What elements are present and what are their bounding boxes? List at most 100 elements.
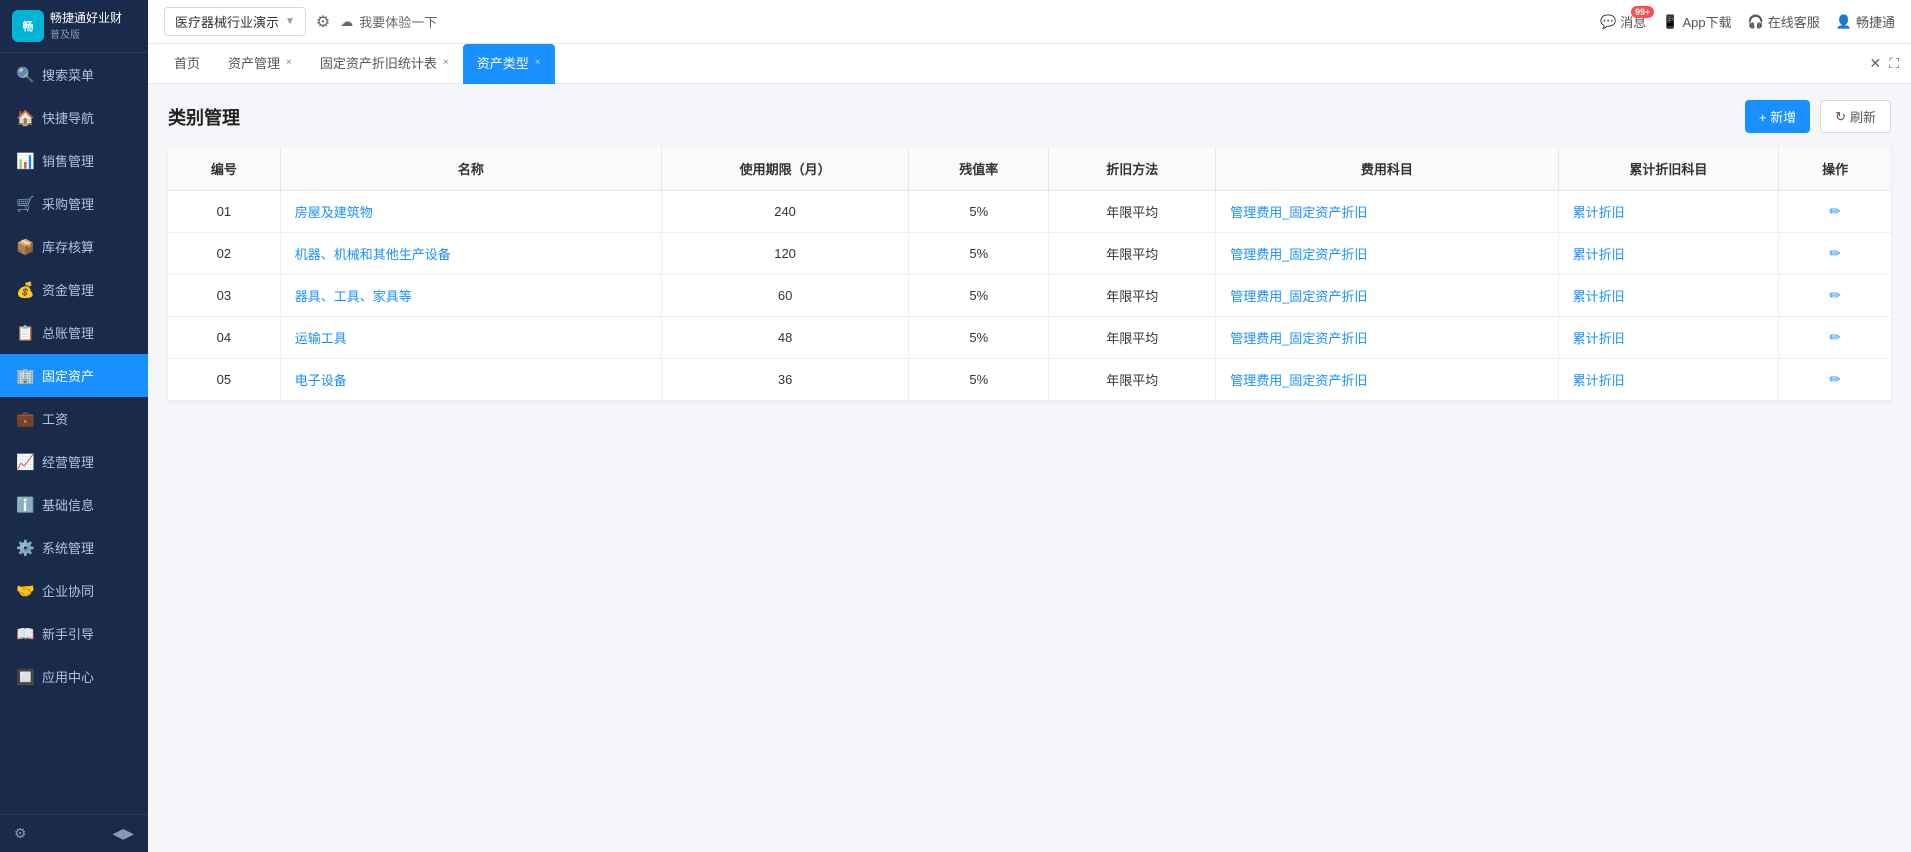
cell-code-4: 05 [168, 359, 280, 401]
customer-service-button[interactable]: 🎧 在线客服 [1748, 12, 1820, 31]
edit-icon[interactable]: ✏ [1829, 371, 1841, 387]
topbar-left: 医疗器械行业演示 ▼ ⚙ ☁ 我要体验一下 [164, 7, 437, 36]
app-download-button[interactable]: 📱 App下载 [1662, 12, 1731, 31]
tab-asset-mgmt[interactable]: 资产管理 × [214, 44, 306, 84]
ledger-icon: 📋 [16, 324, 34, 342]
cell-action-4[interactable]: ✏ [1779, 359, 1891, 401]
sidebar-item-purchase[interactable]: 🛒 采购管理 [0, 182, 148, 225]
topbar: 医疗器械行业演示 ▼ ⚙ ☁ 我要体验一下 💬 消息 99+ 📱 App下载 🎧… [148, 0, 1911, 44]
cell-name-0[interactable]: 房屋及建筑物 [280, 191, 661, 233]
trend-icon: 📈 [16, 453, 34, 471]
cell-residual-3: 5% [909, 317, 1049, 359]
cell-method-3: 年限平均 [1049, 317, 1216, 359]
settings-footer-icon[interactable]: ⚙ [14, 825, 27, 842]
cell-accum-4: 累计折旧 [1558, 359, 1778, 401]
experience-button[interactable]: ☁ 我要体验一下 [340, 12, 437, 31]
header-actions: + 新增 ↻ 刷新 [1745, 100, 1891, 133]
close-tab-depreciation-icon[interactable]: × [443, 57, 449, 68]
cell-code-1: 02 [168, 233, 280, 275]
book-icon: 📖 [16, 625, 34, 643]
sidebar-item-operations[interactable]: 📈 经营管理 [0, 440, 148, 483]
cell-code-0: 01 [168, 191, 280, 233]
cell-action-1[interactable]: ✏ [1779, 233, 1891, 275]
cell-action-3[interactable]: ✏ [1779, 317, 1891, 359]
tab-depreciation-table[interactable]: 固定资产折旧统计表 × [306, 44, 463, 84]
close-tab-asset-mgmt-icon[interactable]: × [286, 57, 292, 68]
app-logo-text: 畅捷通好业财 普及版 [50, 11, 122, 42]
company-selector[interactable]: 医疗器械行业演示 ▼ [164, 7, 306, 36]
cell-residual-4: 5% [909, 359, 1049, 401]
download-icon: 📱 [1662, 14, 1678, 30]
chart-icon: 📊 [16, 152, 34, 170]
topbar-right: 💬 消息 99+ 📱 App下载 🎧 在线客服 👤 畅捷通 [1600, 12, 1895, 31]
box-icon: 📦 [16, 238, 34, 256]
table-body: 01 房屋及建筑物 240 5% 年限平均 管理费用_固定资产折旧 累计折旧 ✏… [168, 191, 1891, 401]
settings-icon[interactable]: ⚙ [316, 12, 330, 32]
tabs-bar: 首页 资产管理 × 固定资产折旧统计表 × 资产类型 × ✕ ⛶ [148, 44, 1911, 84]
user-avatar[interactable]: 👤 畅捷通 [1836, 12, 1895, 31]
table-row: 03 器具、工具、家具等 60 5% 年限平均 管理费用_固定资产折旧 累计折旧… [168, 275, 1891, 317]
sidebar-item-payroll[interactable]: 💼 工资 [0, 397, 148, 440]
cell-name-3[interactable]: 运输工具 [280, 317, 661, 359]
sidebar-item-inventory[interactable]: 📦 库存核算 [0, 225, 148, 268]
edit-icon[interactable]: ✏ [1829, 329, 1841, 345]
cell-name-2[interactable]: 器具、工具、家具等 [280, 275, 661, 317]
window-controls: ✕ ⛶ [1869, 55, 1899, 72]
refresh-button[interactable]: ↻ 刷新 [1820, 100, 1891, 133]
cell-period-1: 120 [661, 233, 908, 275]
sidebar-item-system[interactable]: ⚙️ 系统管理 [0, 526, 148, 569]
cell-method-1: 年限平均 [1049, 233, 1216, 275]
cell-name-1[interactable]: 机器、机械和其他生产设备 [280, 233, 661, 275]
cell-action-0[interactable]: ✏ [1779, 191, 1891, 233]
cell-name-4[interactable]: 电子设备 [280, 359, 661, 401]
tab-home[interactable]: 首页 [160, 44, 214, 84]
table-row: 01 房屋及建筑物 240 5% 年限平均 管理费用_固定资产折旧 累计折旧 ✏ [168, 191, 1891, 233]
col-header-method: 折旧方法 [1049, 147, 1216, 191]
close-window-icon[interactable]: ✕ [1869, 55, 1881, 72]
edit-icon[interactable]: ✏ [1829, 203, 1841, 219]
selector-chevron-icon: ▼ [285, 16, 295, 27]
cell-period-2: 60 [661, 275, 908, 317]
edit-icon[interactable]: ✏ [1829, 287, 1841, 303]
col-header-accum-subject: 累计折旧科目 [1558, 147, 1778, 191]
gear-icon: ⚙️ [16, 539, 34, 557]
sidebar-item-cooperation[interactable]: 🤝 企业协同 [0, 569, 148, 612]
category-table: 编号 名称 使用期限（月） 残值率 折旧方法 费用科目 累计折旧科目 操作 01… [168, 147, 1891, 401]
main-area: 医疗器械行业演示 ▼ ⚙ ☁ 我要体验一下 💬 消息 99+ 📱 App下载 🎧… [148, 0, 1911, 852]
sidebar-item-capital[interactable]: 💰 资金管理 [0, 268, 148, 311]
cell-accum-3: 累计折旧 [1558, 317, 1778, 359]
edit-icon[interactable]: ✏ [1829, 245, 1841, 261]
cell-expense-4: 管理费用_固定资产折旧 [1216, 359, 1558, 401]
sidebar-item-ledger[interactable]: 📋 总账管理 [0, 311, 148, 354]
sidebar-item-quick-nav[interactable]: 🏠 快捷导航 [0, 96, 148, 139]
money-icon: 💰 [16, 281, 34, 299]
cell-code-3: 04 [168, 317, 280, 359]
sidebar-item-sales[interactable]: 📊 销售管理 [0, 139, 148, 182]
avatar-icon: 👤 [1836, 14, 1852, 30]
building-icon: 🏢 [16, 367, 34, 385]
bell-icon: 💬 [1600, 14, 1616, 30]
refresh-icon: ↻ [1835, 109, 1846, 125]
cell-accum-0: 累计折旧 [1558, 191, 1778, 233]
cell-method-4: 年限平均 [1049, 359, 1216, 401]
cell-code-2: 03 [168, 275, 280, 317]
expand-window-icon[interactable]: ⛶ [1889, 55, 1899, 72]
close-tab-asset-type-icon[interactable]: × [535, 57, 541, 68]
sidebar-item-basic-info[interactable]: ℹ️ 基础信息 [0, 483, 148, 526]
cell-period-4: 36 [661, 359, 908, 401]
sidebar-item-fixed-assets[interactable]: 🏢 固定资产 [0, 354, 148, 397]
notifications-button[interactable]: 💬 消息 99+ [1600, 12, 1646, 31]
sidebar-item-search[interactable]: 🔍 搜索菜单 [0, 53, 148, 96]
cell-action-2[interactable]: ✏ [1779, 275, 1891, 317]
cell-period-0: 240 [661, 191, 908, 233]
sidebar-item-guide[interactable]: 📖 新手引导 [0, 612, 148, 655]
col-header-period: 使用期限（月） [661, 147, 908, 191]
cell-expense-2: 管理费用_固定资产折旧 [1216, 275, 1558, 317]
cell-method-2: 年限平均 [1049, 275, 1216, 317]
collapse-icon[interactable]: ◀▶ [112, 825, 134, 842]
new-button[interactable]: + 新增 [1745, 100, 1810, 133]
cell-residual-2: 5% [909, 275, 1049, 317]
tab-asset-type[interactable]: 资产类型 × [463, 44, 555, 84]
briefcase-icon: 💼 [16, 410, 34, 428]
sidebar-item-app-center[interactable]: 🔲 应用中心 [0, 655, 148, 698]
